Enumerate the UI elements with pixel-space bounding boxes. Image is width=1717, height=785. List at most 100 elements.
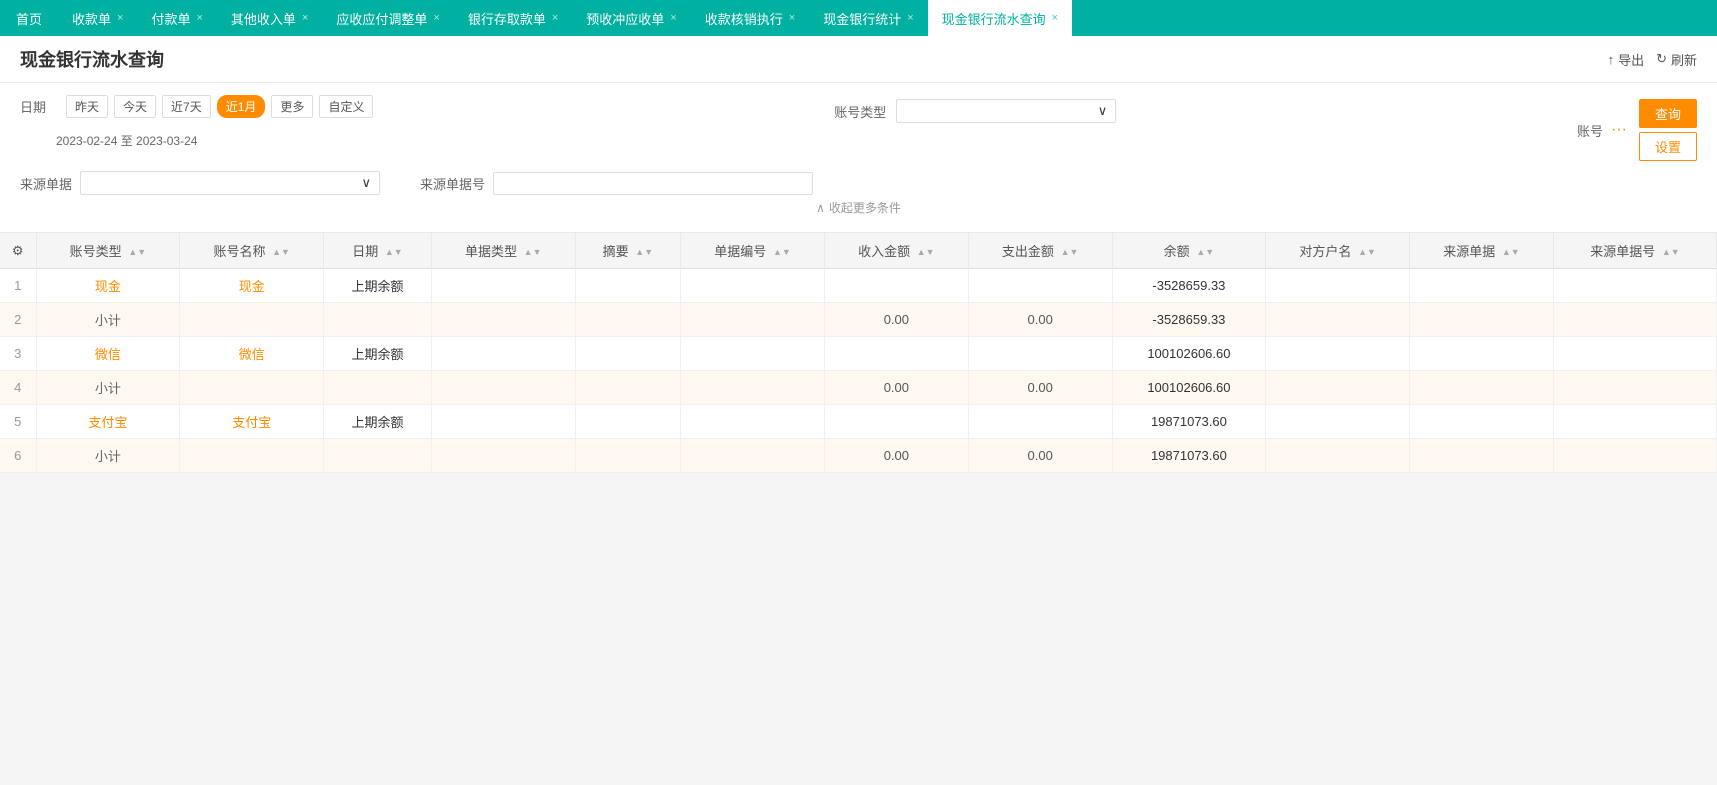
table-cell — [681, 371, 825, 405]
table-cell — [575, 405, 680, 439]
table-cell — [824, 337, 968, 371]
account-type-select[interactable]: ∨ — [896, 99, 1116, 123]
close-icon[interactable]: × — [433, 12, 439, 24]
close-icon[interactable]: × — [302, 12, 308, 24]
table-cell — [1410, 303, 1554, 337]
sort-icon[interactable]: ▲▼ — [1061, 248, 1079, 257]
table-cell — [1266, 269, 1410, 303]
sort-icon[interactable]: ▲▼ — [1358, 248, 1376, 257]
table-cell — [431, 405, 575, 439]
account-label: 账号 — [1577, 121, 1603, 140]
export-icon: ↑ — [1608, 52, 1615, 67]
table-cell — [1553, 269, 1716, 303]
refresh-button[interactable]: ↻ 刷新 — [1656, 50, 1697, 69]
sort-icon[interactable]: ▲▼ — [128, 248, 146, 257]
nav-home[interactable]: 首页 — [0, 0, 58, 36]
export-button[interactable]: ↑ 导出 — [1608, 50, 1645, 69]
table-header-row: ⚙ 账号类型 ▲▼ 账号名称 ▲▼ 日期 ▲▼ 单据类型 ▲▼ — [0, 233, 1717, 269]
sort-icon[interactable]: ▲▼ — [635, 248, 653, 257]
setting-button[interactable]: 设置 — [1639, 132, 1697, 161]
source-doc-select[interactable]: ∨ — [80, 171, 380, 195]
table-cell — [431, 303, 575, 337]
table-cell — [575, 371, 680, 405]
sort-icon[interactable]: ▲▼ — [1502, 248, 1520, 257]
sort-icon[interactable]: ▲▼ — [1662, 248, 1680, 257]
close-icon[interactable]: × — [196, 12, 202, 24]
table-cell: 小计 — [36, 439, 180, 473]
table-cell — [324, 439, 432, 473]
table-cell — [324, 303, 432, 337]
close-icon[interactable]: × — [789, 12, 795, 24]
table-cell: 上期余额 — [324, 337, 432, 371]
data-table: ⚙ 账号类型 ▲▼ 账号名称 ▲▼ 日期 ▲▼ 单据类型 ▲▼ — [0, 233, 1717, 473]
table-cell: 100102606.60 — [1112, 337, 1266, 371]
date-btn-7days[interactable]: 近7天 — [162, 95, 211, 118]
gear-icon[interactable]: ⚙ — [12, 243, 24, 258]
date-btn-yesterday[interactable]: 昨天 — [66, 95, 108, 118]
source-doc-no-label: 来源单据号 — [420, 174, 485, 193]
search-button[interactable]: 查询 — [1639, 99, 1697, 128]
close-icon[interactable]: × — [907, 12, 913, 24]
source-doc-no-input[interactable] — [493, 172, 813, 195]
date-label: 日期 — [20, 97, 46, 116]
table-cell — [1410, 371, 1554, 405]
nav-tab-6[interactable]: 收款核销执行 × — [691, 0, 809, 36]
table-cell: 4 — [0, 371, 36, 405]
nav-tab-8[interactable]: 现金银行流水查询 × — [928, 0, 1072, 36]
col-income: 收入金额 ▲▼ — [824, 233, 968, 269]
col-gear: ⚙ — [0, 233, 36, 269]
collapse-up-icon: ∧ — [816, 201, 825, 215]
table-cell — [431, 337, 575, 371]
table-cell: -3528659.33 — [1112, 269, 1266, 303]
nav-tab-0[interactable]: 收款单 × — [58, 0, 137, 36]
table-cell: 1 — [0, 269, 36, 303]
close-icon[interactable]: × — [117, 12, 123, 24]
table-row: 6小计0.000.0019871073.60 — [0, 439, 1717, 473]
nav-tab-7[interactable]: 现金银行统计 × — [809, 0, 927, 36]
table-cell: 小计 — [36, 303, 180, 337]
table-row: 2小计0.000.00-3528659.33 — [0, 303, 1717, 337]
refresh-icon: ↻ — [1656, 51, 1667, 67]
col-source-doc: 来源单据 ▲▼ — [1410, 233, 1554, 269]
sort-icon[interactable]: ▲▼ — [272, 248, 290, 257]
table-cell — [681, 405, 825, 439]
sort-icon[interactable]: ▲▼ — [917, 248, 935, 257]
table-cell: -3528659.33 — [1112, 303, 1266, 337]
close-icon[interactable]: × — [670, 12, 676, 24]
table-row: 4小计0.000.00100102606.60 — [0, 371, 1717, 405]
table-cell — [575, 269, 680, 303]
table-cell: 0.00 — [824, 371, 968, 405]
date-btn-today[interactable]: 今天 — [114, 95, 156, 118]
date-btn-more[interactable]: 更多 — [271, 95, 313, 118]
collapse-bar[interactable]: ∧ 收起更多条件 — [20, 195, 1697, 220]
nav-tab-4[interactable]: 银行存取款单 × — [454, 0, 572, 36]
table-cell — [1410, 439, 1554, 473]
table-cell: 0.00 — [968, 303, 1112, 337]
nav-tab-2[interactable]: 其他收入单 × — [217, 0, 322, 36]
account-ellipsis-button[interactable]: ··· — [1611, 121, 1627, 139]
table-cell: 100102606.60 — [1112, 371, 1266, 405]
account-type-label: 账号类型 — [834, 102, 886, 121]
table-cell — [180, 371, 324, 405]
nav-tab-3[interactable]: 应收应付调整单 × — [322, 0, 453, 36]
table-cell — [681, 269, 825, 303]
table-cell: 3 — [0, 337, 36, 371]
col-expense: 支出金额 ▲▼ — [968, 233, 1112, 269]
table-cell — [575, 337, 680, 371]
sort-icon[interactable]: ▲▼ — [1196, 248, 1214, 257]
date-btn-custom[interactable]: 自定义 — [319, 95, 373, 118]
sort-icon[interactable]: ▲▼ — [773, 248, 791, 257]
sort-icon[interactable]: ▲▼ — [385, 248, 403, 257]
close-icon[interactable]: × — [552, 12, 558, 24]
nav-tab-1[interactable]: 付款单 × — [137, 0, 216, 36]
source-doc-no-group: 来源单据号 — [420, 172, 813, 195]
table-row: 3微信微信上期余额100102606.60 — [0, 337, 1717, 371]
chevron-down-icon: ∨ — [1098, 103, 1108, 119]
sort-icon[interactable]: ▲▼ — [524, 248, 542, 257]
close-icon[interactable]: × — [1052, 12, 1058, 24]
filter-area: 日期 昨天 今天 近7天 近1月 更多 自定义 2023-02-24 至 202… — [0, 83, 1717, 233]
nav-tab-5[interactable]: 预收冲应收单 × — [572, 0, 690, 36]
col-account-name: 账号名称 ▲▼ — [180, 233, 324, 269]
date-btn-1month[interactable]: 近1月 — [217, 95, 266, 118]
table-cell — [1553, 303, 1716, 337]
